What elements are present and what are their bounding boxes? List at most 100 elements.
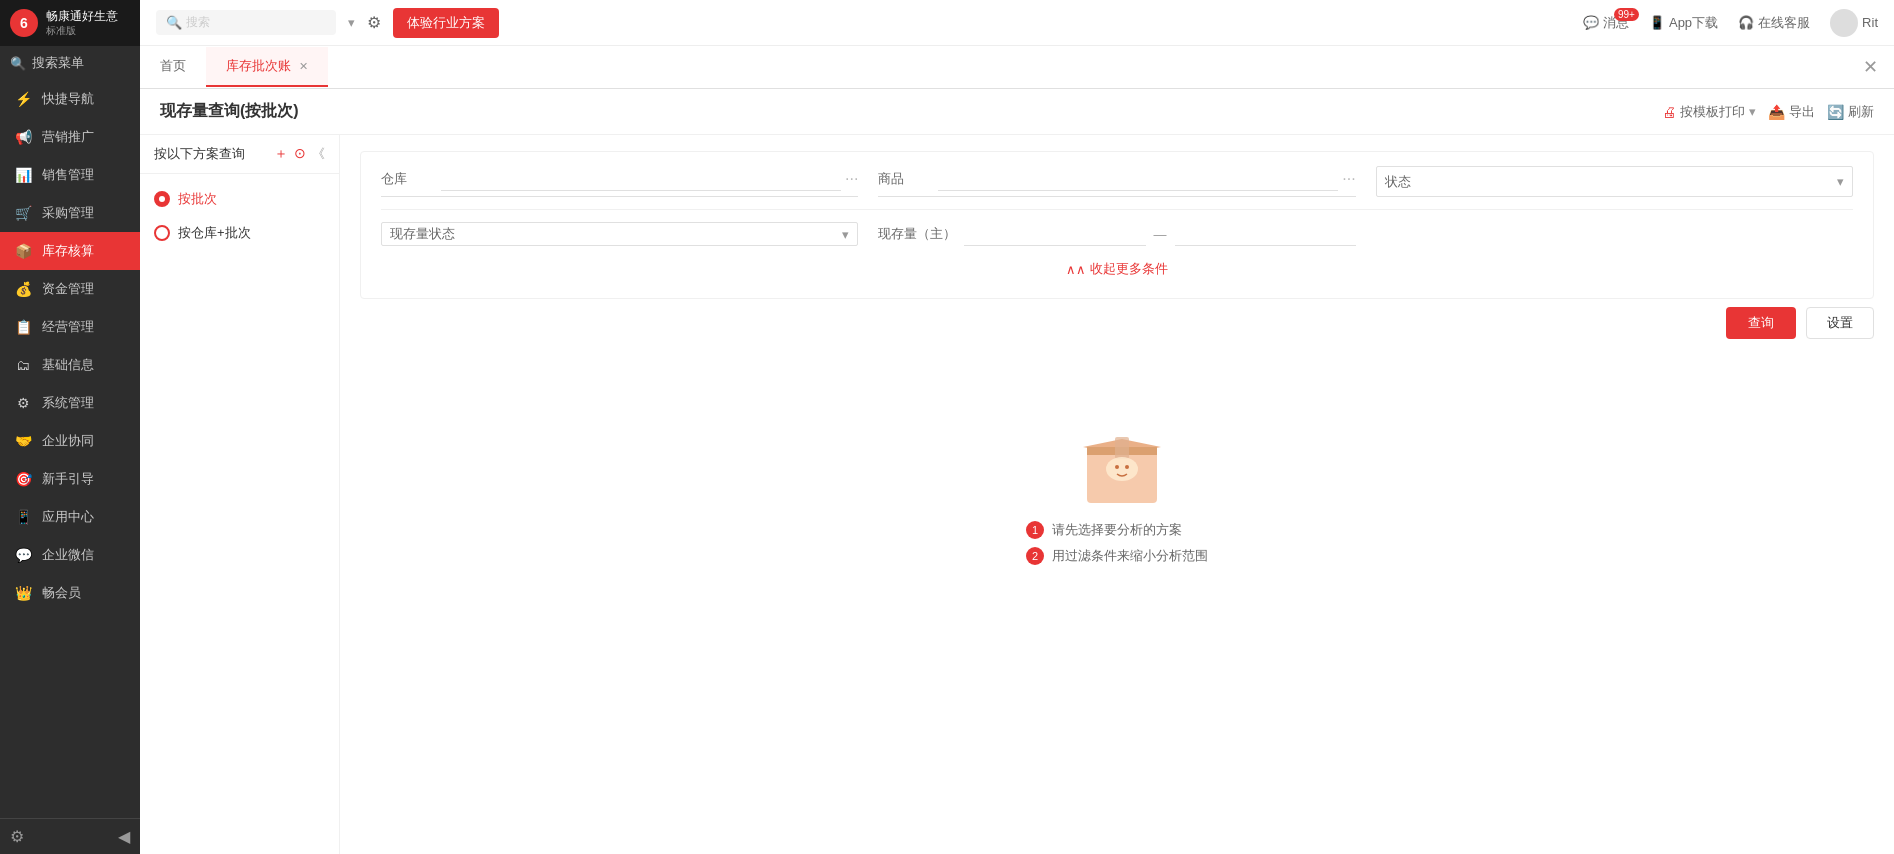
settings-btn[interactable]: 设置 [1806, 307, 1874, 339]
goods-filter: 商品 ··· [878, 166, 1355, 197]
sidebar-item-inventory[interactable]: 📦 库存核算 [0, 232, 140, 270]
warehouse-filter: 仓库 ··· [381, 166, 858, 197]
finance-icon: 💰 [14, 280, 32, 298]
collapse-sidebar-icon[interactable]: ◀ [118, 827, 130, 846]
svg-point-3 [1106, 457, 1138, 481]
sidebar-nav: ⚡ 快捷导航 📢 营销推广 📊 销售管理 🛒 采购管理 📦 库存核算 💰 资金管… [0, 80, 140, 818]
sidebar-item-operations[interactable]: 📋 经营管理 [0, 308, 140, 346]
tab-bar: 首页 库存批次账 ✕ ✕ [140, 46, 1894, 89]
goods-more-btn[interactable]: ··· [1342, 170, 1355, 188]
svg-rect-2 [1115, 437, 1129, 459]
scheme-list: 按批次 按仓库+批次 [140, 174, 339, 258]
sidebar: 6 畅康通好生意 标准版 🔍 搜索菜单 ⚡ 快捷导航 📢 营销推广 📊 销售管理… [0, 0, 140, 854]
filter-row-1: 仓库 ··· 商品 ··· 状态 [381, 166, 1853, 197]
sidebar-item-system[interactable]: ⚙ 系统管理 [0, 384, 140, 422]
topbar-right: 💬 消息 99+ 📱 App下载 🎧 在线客服 Rit [1583, 9, 1878, 37]
status-dropdown-icon[interactable]: ▾ [1837, 174, 1844, 189]
system-icon: ⚙ [14, 394, 32, 412]
search-dropdown-icon[interactable]: ▾ [348, 15, 355, 30]
add-scheme-icon[interactable]: ＋ [274, 145, 288, 163]
filter-col-empty [1376, 222, 1853, 246]
download-icon: 📱 [1649, 15, 1665, 30]
stock-qty-end-input[interactable] [1175, 222, 1356, 246]
warehouse-more-btn[interactable]: ··· [845, 170, 858, 188]
settings-footer-icon[interactable]: ⚙ [10, 827, 24, 846]
sidebar-item-basics[interactable]: 🗂 基础信息 [0, 346, 140, 384]
empty-state-icon [1067, 411, 1167, 501]
global-search[interactable]: 🔍 搜索 [156, 10, 336, 35]
collapse-filters-btn[interactable]: ∧∧ 收起更多条件 [381, 254, 1853, 284]
basics-icon: 🗂 [14, 356, 32, 374]
goods-input[interactable] [938, 167, 1338, 191]
empty-tips: 1 请先选择要分析的方案 2 用过滤条件来缩小分析范围 [1026, 521, 1208, 573]
sidebar-header: 6 畅康通好生意 标准版 [0, 0, 140, 46]
sidebar-search[interactable]: 🔍 搜索菜单 [0, 46, 140, 80]
left-panel: 按以下方案查询 ＋ ⊙ 《 按批次 [140, 135, 340, 854]
sidebar-item-finance[interactable]: 💰 资金管理 [0, 270, 140, 308]
messages-btn[interactable]: 💬 消息 99+ [1583, 14, 1629, 32]
sidebar-item-marketing[interactable]: 📢 营销推广 [0, 118, 140, 156]
sidebar-item-quick-nav[interactable]: ⚡ 快捷导航 [0, 80, 140, 118]
experience-btn[interactable]: 体验行业方案 [393, 8, 499, 38]
page-header-actions: 🖨 按模板打印 ▾ 📤 导出 🔄 刷新 [1662, 103, 1874, 121]
user-avatar-btn[interactable]: Rit [1830, 9, 1878, 37]
collapse-panel-icon[interactable]: 《 [312, 145, 325, 163]
action-row: 查询 设置 [360, 299, 1874, 351]
stock-qty-filter: 现存量（主） — [878, 222, 1355, 246]
export-btn[interactable]: 📤 导出 [1768, 103, 1815, 121]
content-body: 按以下方案查询 ＋ ⊙ 《 按批次 [140, 135, 1894, 854]
sidebar-footer: ⚙ ◀ [0, 818, 140, 854]
right-panel: 仓库 ··· 商品 ··· 状态 [340, 135, 1894, 854]
page-title: 现存量查询(按批次) [160, 101, 299, 122]
stock-status-dropdown-icon[interactable]: ▾ [842, 227, 849, 242]
appcenter-icon: 📱 [14, 508, 32, 526]
quick-nav-icon: ⚡ [14, 90, 32, 108]
export-icon: 📤 [1768, 104, 1785, 120]
purchase-icon: 🛒 [14, 204, 32, 222]
scheme-item-by-warehouse-batch[interactable]: 按仓库+批次 [140, 216, 339, 250]
search-icon: 🔍 [10, 56, 26, 71]
range-separator: — [1154, 227, 1167, 242]
sidebar-item-wechat[interactable]: 💬 企业微信 [0, 536, 140, 574]
tab-batch[interactable]: 库存批次账 ✕ [206, 47, 328, 87]
svg-point-5 [1125, 465, 1129, 469]
search-topbar-icon: 🔍 [166, 15, 182, 30]
stock-qty-start-input[interactable] [964, 222, 1145, 246]
filter-divider [381, 209, 1853, 210]
empty-state: 1 请先选择要分析的方案 2 用过滤条件来缩小分析范围 [360, 351, 1874, 633]
query-btn[interactable]: 查询 [1726, 307, 1796, 339]
filter-row-2: 现存量状态 ▾ 现存量（主） — [381, 222, 1853, 246]
tab-batch-close[interactable]: ✕ [299, 60, 308, 73]
scheme-settings-icon[interactable]: ⊙ [294, 145, 306, 163]
sidebar-item-purchase[interactable]: 🛒 采购管理 [0, 194, 140, 232]
print-btn[interactable]: 🖨 按模板打印 ▾ [1662, 103, 1756, 121]
app-title: 畅康通好生意 标准版 [46, 9, 118, 38]
main-area: 🔍 搜索 ▾ ⚙ 体验行业方案 💬 消息 99+ 📱 App下载 🎧 在线客服 … [140, 0, 1894, 854]
sidebar-item-sales[interactable]: 📊 销售管理 [0, 156, 140, 194]
newbie-icon: 🎯 [14, 470, 32, 488]
warehouse-input[interactable] [441, 167, 841, 191]
service-icon: 🎧 [1738, 15, 1754, 30]
tab-home[interactable]: 首页 [140, 47, 206, 87]
sidebar-item-enterprise[interactable]: 🤝 企业协同 [0, 422, 140, 460]
settings-topbar-icon[interactable]: ⚙ [367, 13, 381, 32]
refresh-btn[interactable]: 🔄 刷新 [1827, 103, 1874, 121]
sidebar-item-appcenter[interactable]: 📱 应用中心 [0, 498, 140, 536]
message-icon: 💬 [1583, 15, 1599, 30]
user-avatar [1830, 9, 1858, 37]
empty-illustration [1067, 411, 1177, 511]
sidebar-item-member[interactable]: 👑 畅会员 [0, 574, 140, 612]
collapse-up-icon: ∧∧ [1066, 262, 1086, 277]
enterprise-icon: 🤝 [14, 432, 32, 450]
scheme-item-by-batch[interactable]: 按批次 [140, 182, 339, 216]
sales-icon: 📊 [14, 166, 32, 184]
sidebar-item-newbie[interactable]: 🎯 新手引导 [0, 460, 140, 498]
print-icon: 🖨 [1662, 104, 1676, 120]
member-icon: 👑 [14, 584, 32, 602]
tab-close-all-btn[interactable]: ✕ [1847, 46, 1894, 88]
app-download-btn[interactable]: 📱 App下载 [1649, 14, 1718, 32]
online-service-btn[interactable]: 🎧 在线客服 [1738, 14, 1810, 32]
marketing-icon: 📢 [14, 128, 32, 146]
print-dropdown-icon[interactable]: ▾ [1749, 104, 1756, 119]
status-input[interactable] [1417, 169, 1837, 194]
